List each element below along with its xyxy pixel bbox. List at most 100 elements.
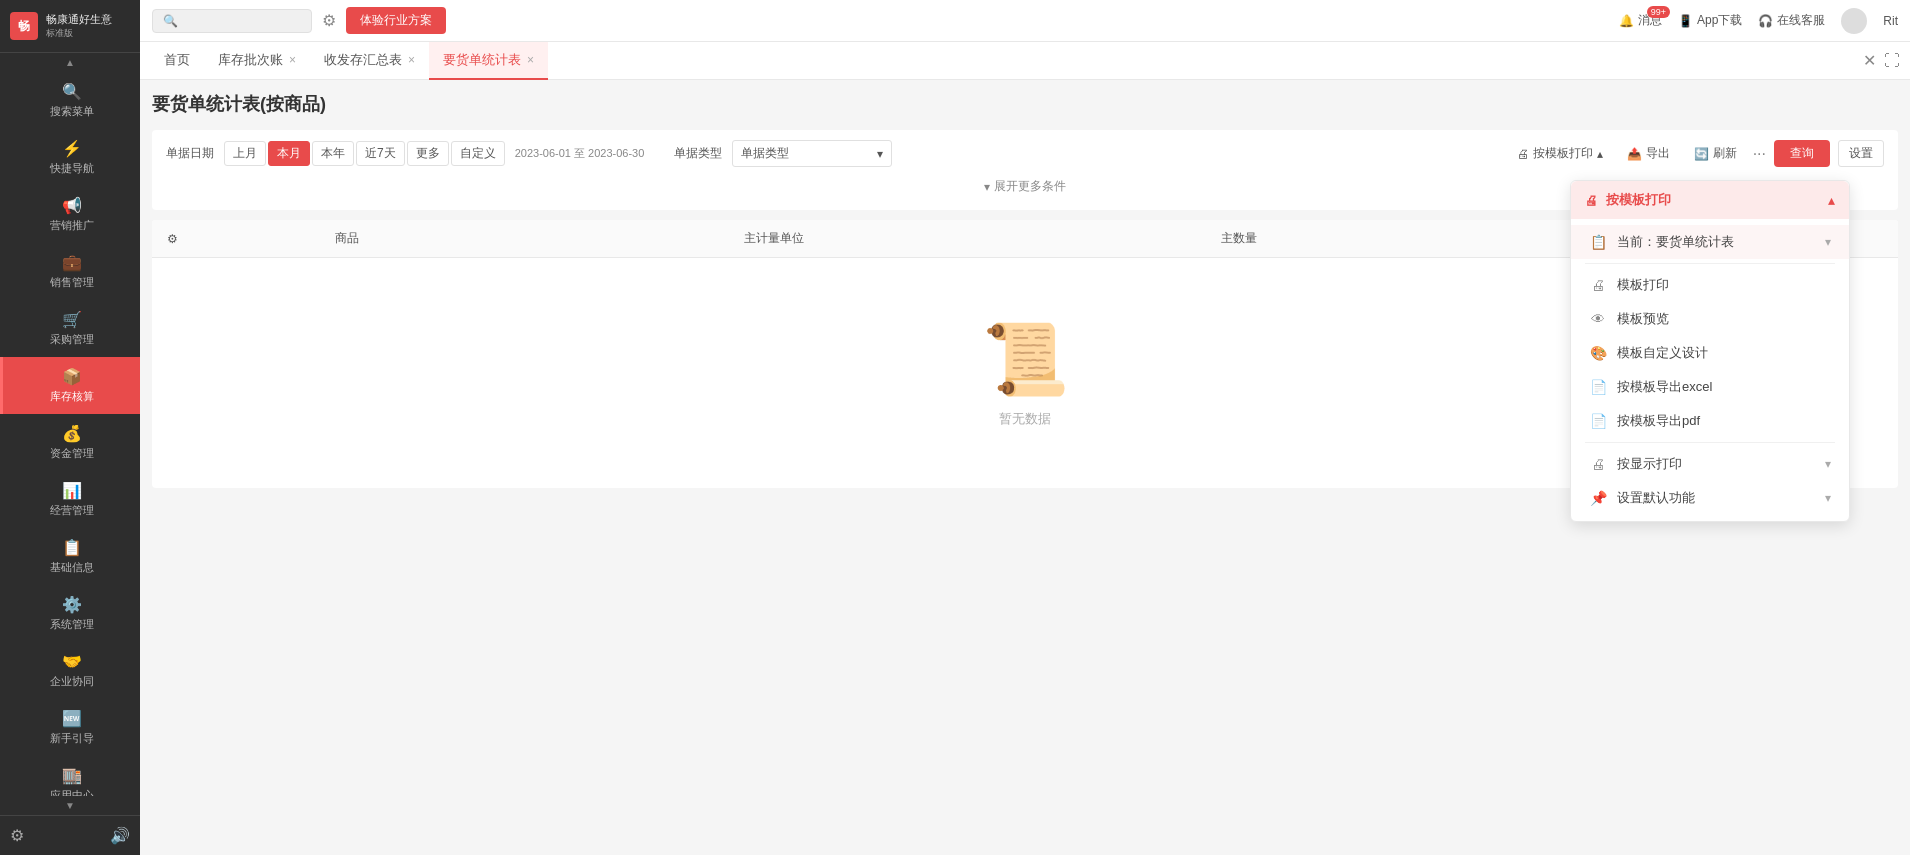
date-filter-prev[interactable]: 上月 [224,141,266,166]
sidebar-item-sales[interactable]: 💼 销售管理 [0,243,140,300]
tab-receipt-summary[interactable]: 收发存汇总表 × [310,42,429,80]
headset-icon: 🎧 [1758,14,1773,28]
tab-label-inventory-batch: 库存批次账 [218,51,283,69]
user-name: Rit [1883,14,1898,28]
col-header-quantity: 主数量 [1045,220,1433,258]
sidebar-item-appstore[interactable]: 🏬应用中心 [0,756,140,796]
nav-icon-operation: 📊 [62,481,82,500]
sidebar: 畅 畅康通好生意 标准版 ▲ 🔍搜索菜单⚡快捷导航📢营销推广💼销售管理🛒采购管理… [0,0,140,855]
tab-close-inventory-batch[interactable]: × [289,53,296,67]
nav-icon-marketing: 📢 [62,196,82,215]
sidebar-item-inventory[interactable]: 📦 库存核算 [0,357,140,414]
doc-type-select[interactable]: 单据类型 ▾ [732,140,892,167]
topbar: 🔍 ⚙ 体验行业方案 🔔 消息 99+ 📱 App下载 🎧 在线客服 Rit [140,0,1910,42]
default-func-item[interactable]: 📌 设置默认功能 ▾ [1571,481,1849,515]
chevron-up-icon: ▴ [1597,147,1603,161]
nav-icon-finance: 💰 [62,424,82,443]
more-actions-icon[interactable]: ··· [1753,145,1766,163]
nav-icon-search: 🔍 [62,82,82,101]
print-btn[interactable]: 🖨 按模板打印 ▴ [1509,141,1611,166]
nav-label-inventory: 库存核算 [50,389,94,404]
bell-icon: 🔔 [1619,14,1634,28]
tab-close-order-stats[interactable]: × [527,53,534,67]
tabbar: 首页库存批次账 × 收发存汇总表 × 要货单统计表 × ✕ ⛶ [140,42,1910,80]
dropdown-item-template-export-excel[interactable]: 📄按模板导出excel [1571,370,1849,404]
settings-btn[interactable]: 设置 [1838,140,1884,167]
expand-btn[interactable]: ▾ 展开更多条件 [979,173,1071,200]
tab-label-order-stats: 要货单统计表 [443,51,521,69]
printer-icon: 🖨 [1517,147,1529,161]
dropdown-item-template-preview[interactable]: 👁模板预览 [1571,302,1849,336]
messages-count-badge: 99+ [1647,6,1670,18]
sidebar-item-shortcut[interactable]: ⚡快捷导航 [0,129,140,186]
topbar-gear-icon[interactable]: ⚙ [322,11,336,30]
window-close-icon[interactable]: ✕ [1863,51,1876,70]
search-input-wrap[interactable]: 🔍 [152,9,312,33]
sidebar-item-marketing[interactable]: 📢 营销推广 [0,186,140,243]
sidebar-item-purchase[interactable]: 🛒采购管理 [0,300,140,357]
display-print-item[interactable]: 🖨 按显示打印 ▾ [1571,447,1849,481]
app-download-btn[interactable]: 📱 App下载 [1678,12,1742,29]
tab-order-stats[interactable]: 要货单统计表 × [429,42,548,80]
sidebar-item-operation[interactable]: 📊经营管理 [0,471,140,528]
template-icon: 📋 [1589,234,1607,250]
settings-icon[interactable]: ⚙ [10,826,24,845]
nav-label-marketing: 营销推广 [50,218,94,233]
nav-label-system: 系统管理 [50,617,94,632]
date-filter-custom[interactable]: 自定义 [451,141,505,166]
sound-icon[interactable]: 🔊 [110,826,130,845]
refresh-btn[interactable]: 🔄 刷新 [1686,141,1745,166]
nav-label-search: 搜索菜单 [50,104,94,119]
dropdown-header[interactable]: 🖨 按模板打印 ▴ [1571,181,1849,219]
tab-inventory-batch[interactable]: 库存批次账 × [204,42,310,80]
dropdown-item-template-export-pdf[interactable]: 📄按模板导出pdf [1571,404,1849,438]
date-filter-7days[interactable]: 近7天 [356,141,405,166]
messages-btn[interactable]: 🔔 消息 99+ [1619,12,1662,29]
nav-label-guide: 新手引导 [50,731,94,746]
sidebar-scroll-up[interactable]: ▲ [0,53,140,72]
chevron-right-icon3: ▾ [1825,491,1831,505]
refresh-icon: 🔄 [1694,147,1709,161]
nav-icon-guide: 🆕 [62,709,82,728]
col-header-gear[interactable]: ⚙ [152,220,192,258]
dropdown-item-template-custom[interactable]: 🎨模板自定义设计 [1571,336,1849,370]
nav-label-sales: 销售管理 [50,275,94,290]
sidebar-item-guide[interactable]: 🆕 新手引导 [0,699,140,756]
nav-label-finance: 资金管理 [50,446,94,461]
date-filter-btns: 上月本月本年近7天更多自定义 [224,141,505,166]
dropdown-icon-template-preview: 👁 [1589,311,1607,327]
tab-close-receipt-summary[interactable]: × [408,53,415,67]
printer-icon-dropdown: 🖨 [1585,193,1598,208]
window-expand-icon[interactable]: ⛶ [1884,52,1900,70]
chevron-right-icon: ▾ [1825,235,1831,249]
user-avatar[interactable] [1841,8,1867,34]
dropdown-item-template-print[interactable]: 🖨模板打印 [1571,268,1849,302]
sidebar-scroll-down[interactable]: ▼ [0,796,140,815]
nav-label-enterprise: 企业协同 [50,674,94,689]
nav-label-purchase: 采购管理 [50,332,94,347]
logo-icon: 畅 [10,12,38,40]
sidebar-item-basic[interactable]: 📋基础信息 [0,528,140,585]
dropdown-icon-template-print: 🖨 [1589,277,1607,293]
query-btn[interactable]: 查询 [1774,140,1830,167]
empty-text: 暂无数据 [999,410,1051,428]
dropdown-close-icon[interactable]: ▴ [1828,192,1835,208]
nav-icon-inventory: 📦 [62,367,82,386]
sidebar-item-enterprise[interactable]: 🤝企业协同 [0,642,140,699]
search-icon: 🔍 [163,14,178,28]
sidebar-item-system[interactable]: ⚙️系统管理 [0,585,140,642]
tab-home[interactable]: 首页 [150,42,204,80]
trial-btn[interactable]: 体验行业方案 [346,7,446,34]
current-template-item[interactable]: 📋 当前：要货单统计表 ▾ [1571,225,1849,259]
tab-label-receipt-summary: 收发存汇总表 [324,51,402,69]
sidebar-item-finance[interactable]: 💰 资金管理 [0,414,140,471]
sidebar-item-search[interactable]: 🔍 搜索菜单 [0,72,140,129]
export-btn[interactable]: 📤 导出 [1619,141,1678,166]
nav-icon-sales: 💼 [62,253,82,272]
filter-row-main: 单据日期 上月本月本年近7天更多自定义 2023-06-01 至 2023-06… [166,140,1884,167]
date-filter-more[interactable]: 更多 [407,141,449,166]
date-filter-current[interactable]: 本月 [268,141,310,166]
nav-label-shortcut: 快捷导航 [50,161,94,176]
date-filter-year[interactable]: 本年 [312,141,354,166]
online-service-btn[interactable]: 🎧 在线客服 [1758,12,1825,29]
